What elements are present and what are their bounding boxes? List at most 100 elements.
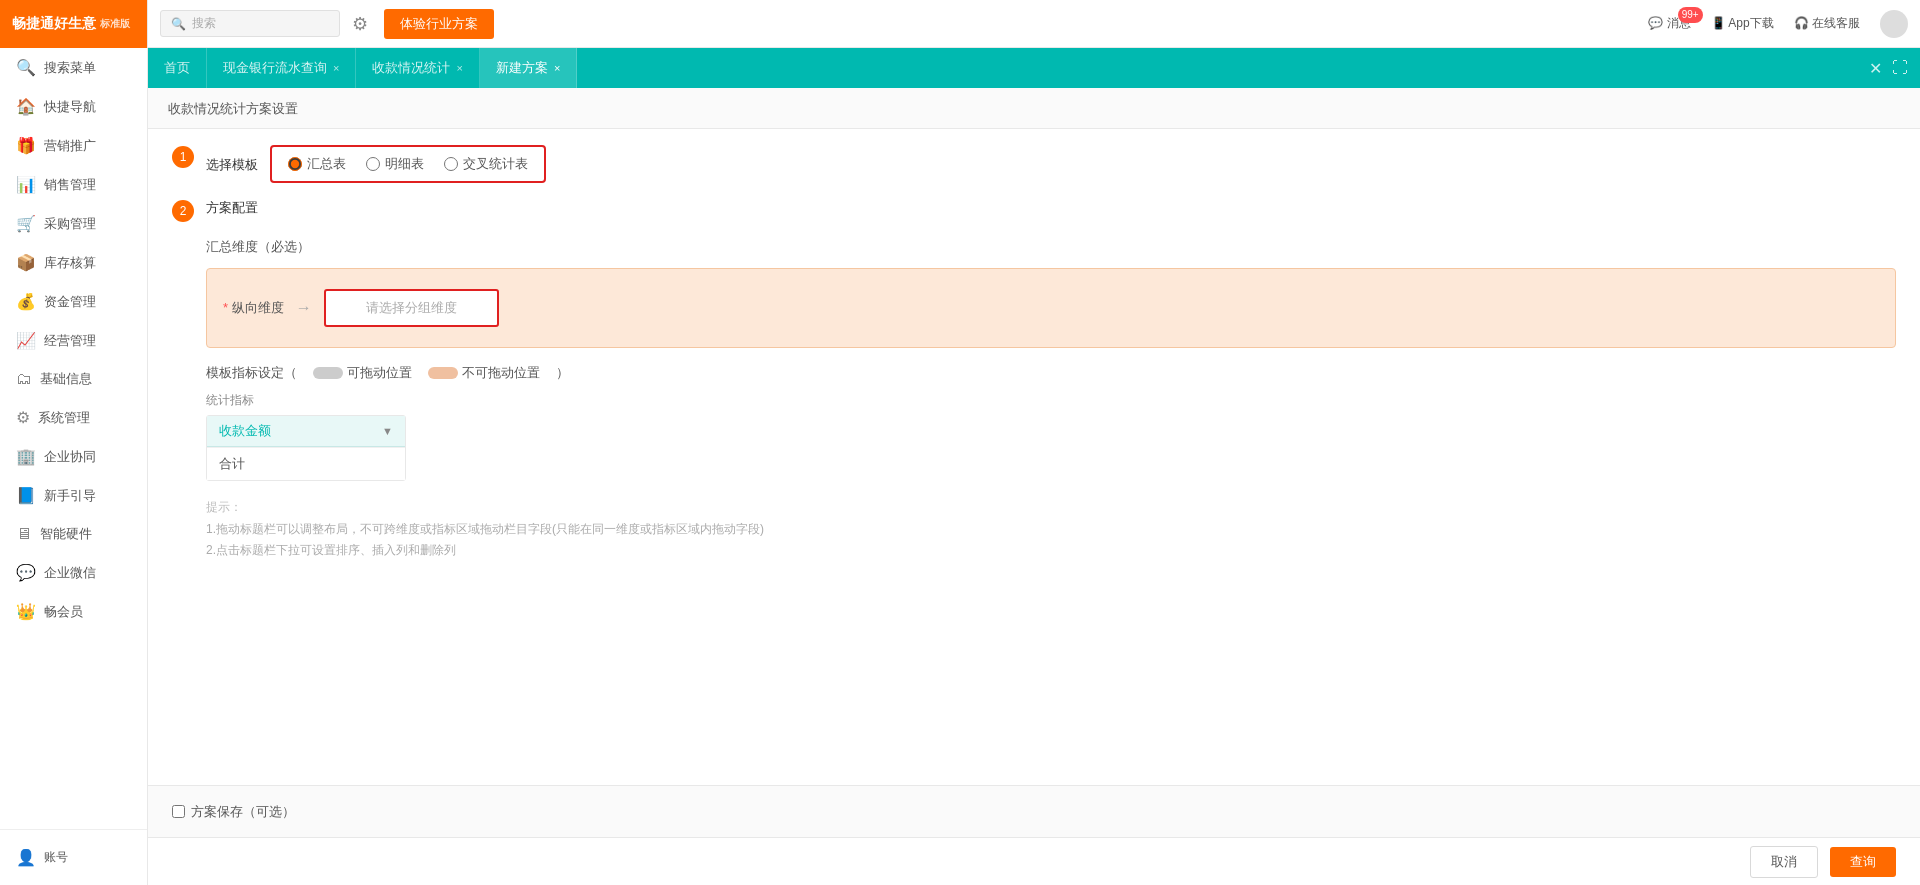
tips-area: 提示： 1.拖动标题栏可以调整布局，不可跨维度或指标区域拖动栏目字段(只能在同一… [206, 497, 1896, 562]
finance-icon: 💰 [16, 292, 36, 311]
sidebar-label-finance: 资金管理 [44, 293, 96, 311]
legend-movable-label: 可拖动位置 [347, 364, 412, 382]
dim-required-label: 汇总维度（必选） [206, 239, 310, 254]
sidebar-item-basic[interactable]: 🗂基础信息 [0, 360, 147, 398]
operation-icon: 📈 [16, 331, 36, 350]
main-area: 🔍 搜索 ⚙ 体验行业方案 💬 消息 99+ 📱 App下载 🎧 在线客服 首页… [148, 0, 1920, 885]
quick-nav-icon: 🏠 [16, 97, 36, 116]
sidebar-bottom-label: 账号 [44, 849, 68, 866]
sidebar-item-purchase[interactable]: 🛒 采购管理 [0, 204, 147, 243]
search-placeholder: 搜索 [192, 15, 216, 32]
cancel-button[interactable]: 取消 [1750, 846, 1818, 878]
query-button[interactable]: 查询 [1830, 847, 1896, 877]
settings-icon[interactable]: ⚙ [352, 13, 368, 35]
logo-text: 畅捷通好生意 [12, 15, 96, 33]
sidebar-item-system[interactable]: ⚙系统管理 [0, 398, 147, 437]
sidebar-item-hardware[interactable]: 🖥智能硬件 [0, 515, 147, 553]
vertical-label-text: 纵向维度 [232, 300, 284, 315]
sidebar-item-member[interactable]: 👑畅会员 [0, 592, 147, 631]
tab-bank-flow[interactable]: 现金银行流水查询 × [207, 48, 356, 88]
metrics-close-paren: ） [556, 364, 569, 382]
sidebar-item-wechat[interactable]: 💬企业微信 [0, 553, 147, 592]
tips-title: 提示： [206, 500, 242, 514]
radio-cross-label: 交叉统计表 [463, 155, 528, 173]
sidebar-label-basic: 基础信息 [40, 370, 92, 388]
radio-detail[interactable]: 明细表 [366, 155, 424, 173]
search-icon: 🔍 [16, 58, 36, 77]
user-avatar[interactable] [1880, 10, 1908, 38]
search-icon: 🔍 [171, 17, 186, 31]
radio-summary[interactable]: 汇总表 [288, 155, 346, 173]
save-plan-checkbox[interactable] [172, 805, 185, 818]
industry-btn[interactable]: 体验行业方案 [384, 9, 494, 39]
section2-row: 2 方案配置 [172, 199, 1896, 222]
radio-summary-input[interactable] [288, 157, 302, 171]
sidebar-item-quick-nav[interactable]: 🏠 快捷导航 [0, 87, 147, 126]
maximize-icon[interactable]: ⛶ [1892, 59, 1908, 77]
sidebar-item-guide[interactable]: 📘新手引导 [0, 476, 147, 515]
section1-label: 选择模板 [206, 156, 258, 174]
dim-arrow-icon: → [296, 299, 312, 317]
sidebar-item-marketing[interactable]: 🎁营销推广 [0, 126, 147, 165]
tab-label-home: 首页 [164, 59, 190, 77]
topbar: 🔍 搜索 ⚙ 体验行业方案 💬 消息 99+ 📱 App下载 🎧 在线客服 [148, 0, 1920, 48]
template-options: 汇总表 明细表 交叉统计表 [270, 145, 546, 183]
tab-close-new-plan[interactable]: × [554, 62, 560, 74]
sidebar-label-purchase: 采购管理 [44, 215, 96, 233]
tab-new-plan[interactable]: 新建方案× [480, 48, 577, 88]
sidebar-item-inventory[interactable]: 📦库存核算 [0, 243, 147, 282]
enterprise-icon: 🏢 [16, 447, 36, 466]
message-badge: 99+ [1678, 7, 1703, 23]
tabbar: 首页现金银行流水查询×收款情况统计×新建方案× ✕ ⛶ [148, 48, 1920, 88]
topbar-right: 💬 消息 99+ 📱 App下载 🎧 在线客服 [1648, 10, 1908, 38]
sidebar-item-bottom1[interactable]: 👤 账号 [0, 838, 147, 877]
tab-collection-stat[interactable]: 收款情况统计× [356, 48, 479, 88]
sidebar-bottom: 👤 账号 [0, 829, 147, 885]
content-area: 收款情况统计方案设置 1 选择模板 汇总表 [148, 88, 1920, 837]
download-icon: 📱 [1711, 16, 1726, 30]
message-area[interactable]: 💬 消息 99+ [1648, 15, 1690, 32]
section1-row: 1 选择模板 汇总表 明细表 [172, 145, 1896, 183]
tab-close-bank-flow[interactable]: × [333, 62, 339, 74]
tab-label-bank-flow: 现金银行流水查询 [223, 59, 327, 77]
service-icon: 🎧 [1794, 16, 1809, 30]
sidebar: 畅捷通好生意 标准版 🔍搜索菜单🏠快捷导航🎁营销推广📊销售管理🛒采购管理📦库存核… [0, 0, 148, 885]
vertical-label: * 纵向维度 [223, 299, 284, 317]
radio-detail-label: 明细表 [385, 155, 424, 173]
online-service[interactable]: 🎧 在线客服 [1794, 15, 1860, 32]
sidebar-item-search[interactable]: 🔍搜索菜单 [0, 48, 147, 87]
metrics-tables: 统计指标 收款金额 ▼ 合计 [206, 392, 1896, 481]
sidebar-item-finance[interactable]: 💰 资金管理 [0, 282, 147, 321]
dim-placeholder[interactable]: 请选择分组维度 [324, 289, 499, 327]
system-icon: ⚙ [16, 408, 30, 427]
message-icon: 💬 [1648, 16, 1663, 30]
col1-chevron[interactable]: ▼ [382, 425, 393, 437]
sidebar-item-enterprise[interactable]: 🏢企业协同 [0, 437, 147, 476]
purchase-icon: 🛒 [16, 214, 36, 233]
sidebar-label-sales: 销售管理 [44, 176, 96, 194]
search-bar[interactable]: 🔍 搜索 [160, 10, 340, 37]
col1-label: 收款金额 [219, 422, 271, 440]
page-content: 收款情况统计方案设置 1 选择模板 汇总表 [148, 88, 1920, 837]
metrics-title: 模板指标设定（ [206, 364, 297, 382]
metrics-table: 收款金额 ▼ 合计 [206, 415, 406, 481]
app-download[interactable]: 📱 App下载 [1711, 15, 1774, 32]
save-plan-label: 方案保存（可选） [191, 803, 295, 821]
save-plan-area: 方案保存（可选） [172, 803, 295, 821]
tab-close-collection-stat[interactable]: × [456, 62, 462, 74]
radio-cross[interactable]: 交叉统计表 [444, 155, 528, 173]
radio-cross-input[interactable] [444, 157, 458, 171]
tab-home[interactable]: 首页 [148, 48, 207, 88]
sidebar-label-wechat: 企业微信 [44, 564, 96, 582]
sidebar-item-sales[interactable]: 📊销售管理 [0, 165, 147, 204]
legend-movable: 可拖动位置 [313, 364, 412, 382]
tabbar-actions: ✕ ⛶ [1857, 48, 1920, 88]
sidebar-label-quick-nav: 快捷导航 [44, 98, 96, 116]
hardware-icon: 🖥 [16, 525, 32, 543]
radio-detail-input[interactable] [366, 157, 380, 171]
metrics-col-header: 收款金额 ▼ [207, 416, 405, 447]
tip1: 1.拖动标题栏可以调整布局，不可跨维度或指标区域拖动栏目字段(只能在同一维度或指… [206, 519, 1896, 541]
close-window-icon[interactable]: ✕ [1869, 59, 1882, 78]
sidebar-item-operation[interactable]: 📈经营管理 [0, 321, 147, 360]
action-bar: 取消 查询 [148, 837, 1920, 885]
